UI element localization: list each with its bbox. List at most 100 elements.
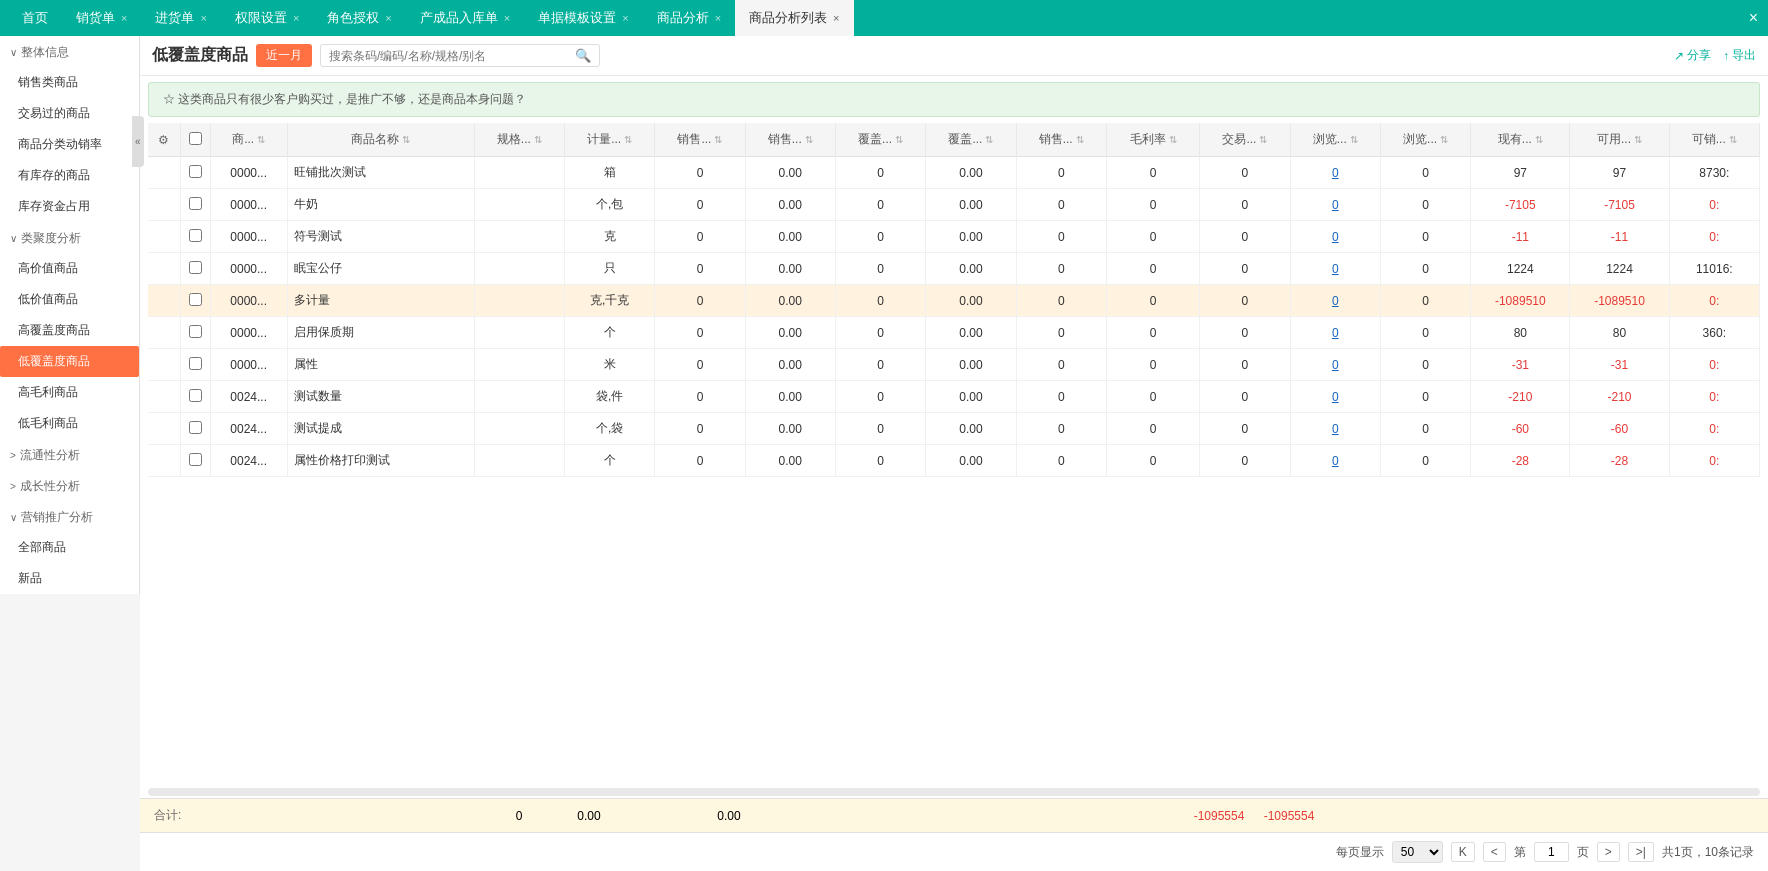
nav-tab-template[interactable]: 单据模板设置 ×	[524, 0, 642, 36]
sidebar-section-growth[interactable]: > 成长性分析	[0, 470, 139, 501]
close-role-tab[interactable]: ×	[385, 12, 391, 24]
nav-tab-goods-analysis[interactable]: 商品分析 ×	[643, 0, 735, 36]
sidebar-item-traded-goods[interactable]: 交易过的商品	[0, 98, 139, 129]
sidebar-item-high-margin[interactable]: 高毛利商品	[0, 377, 139, 408]
col-settings[interactable]: ⚙	[148, 123, 180, 157]
search-input[interactable]	[329, 49, 575, 63]
time-filter-button[interactable]: 近一月	[256, 44, 312, 67]
sidebar-item-sales-goods[interactable]: 销售类商品	[0, 67, 139, 98]
sidebar-item-high-value[interactable]: 高价值商品	[0, 253, 139, 284]
row-checkbox[interactable]	[189, 293, 202, 306]
share-button[interactable]: ↗ 分享	[1674, 47, 1711, 64]
sidebar-collapse-button[interactable]: «	[132, 116, 144, 167]
row-browse1[interactable]: 0	[1290, 381, 1380, 413]
row-checkbox[interactable]	[189, 229, 202, 242]
col-coverage1[interactable]: 覆盖...⇅	[835, 123, 925, 157]
row-browse1[interactable]: 0	[1290, 445, 1380, 477]
sidebar-item-stocked-goods[interactable]: 有库存的商品	[0, 160, 139, 191]
row-checkbox[interactable]	[189, 165, 202, 178]
row-checkbox[interactable]	[189, 421, 202, 434]
horizontal-scrollbar[interactable]	[148, 788, 1760, 796]
row-checkbox[interactable]	[189, 325, 202, 338]
row-cov2: 0.00	[926, 349, 1016, 381]
col-available[interactable]: 可用...⇅	[1570, 123, 1669, 157]
row-checkbox[interactable]	[189, 389, 202, 402]
close-sales-tab[interactable]: ×	[121, 12, 127, 24]
col-sellable[interactable]: 可销...⇅	[1669, 123, 1759, 157]
sidebar-section-marketing[interactable]: ∨ 营销推广分析	[0, 501, 139, 532]
row-sales-c: 0	[1016, 285, 1106, 317]
row-checkbox[interactable]	[189, 197, 202, 210]
row-checkbox[interactable]	[189, 453, 202, 466]
sidebar-item-low-coverage[interactable]: 低覆盖度商品	[0, 346, 139, 377]
col-spec[interactable]: 规格...⇅	[474, 123, 564, 157]
col-browse2[interactable]: 浏览...⇅	[1380, 123, 1470, 157]
row-browse1[interactable]: 0	[1290, 413, 1380, 445]
col-gross-rate[interactable]: 毛利率⇅	[1106, 123, 1199, 157]
sidebar-section-clustering[interactable]: ∨ 类聚度分析	[0, 222, 139, 253]
row-checkbox[interactable]	[189, 261, 202, 274]
sidebar-item-inventory-capital[interactable]: 库存资金占用	[0, 191, 139, 222]
sidebar-item-new-goods[interactable]: 新品	[0, 563, 139, 594]
nav-tab-product-entry[interactable]: 产成品入库单 ×	[406, 0, 524, 36]
close-product-entry-tab[interactable]: ×	[504, 12, 510, 24]
total-records-label: 共1页，10条记录	[1662, 844, 1754, 861]
page-number-input[interactable]	[1534, 842, 1569, 862]
sidebar-section-overall[interactable]: ∨ 整体信息	[0, 36, 139, 67]
row-cov2: 0.00	[926, 221, 1016, 253]
row-browse1[interactable]: 0	[1290, 253, 1380, 285]
sidebar-item-low-value[interactable]: 低价值商品	[0, 284, 139, 315]
row-checkbox[interactable]	[189, 357, 202, 370]
select-all-checkbox[interactable]	[189, 132, 202, 145]
close-window-button[interactable]: ×	[1749, 9, 1758, 27]
col-browse1[interactable]: 浏览...⇅	[1290, 123, 1380, 157]
col-code[interactable]: 商...⇅	[210, 123, 287, 157]
row-browse2: 0	[1380, 413, 1470, 445]
sidebar-section-liquidity[interactable]: > 流通性分析	[0, 439, 139, 470]
row-browse1[interactable]: 0	[1290, 221, 1380, 253]
row-browse1[interactable]: 0	[1290, 189, 1380, 221]
row-sales-qty: 0	[655, 445, 745, 477]
col-sales-amt[interactable]: 销售...⇅	[745, 123, 835, 157]
row-browse1[interactable]: 0	[1290, 157, 1380, 189]
nav-tab-purchase[interactable]: 进货单 ×	[141, 0, 220, 36]
col-sales-qty[interactable]: 销售...⇅	[655, 123, 745, 157]
sidebar-item-low-margin[interactable]: 低毛利商品	[0, 408, 139, 439]
row-sales-c: 0	[1016, 381, 1106, 413]
col-sales-count[interactable]: 销售...⇅	[1016, 123, 1106, 157]
prev-page-button[interactable]: <	[1483, 842, 1506, 862]
nav-tab-goods-analysis-list[interactable]: 商品分析列表 ×	[735, 0, 853, 36]
nav-tab-home[interactable]: 首页	[8, 0, 62, 36]
nav-tab-permission[interactable]: 权限设置 ×	[221, 0, 313, 36]
nav-tab-sales[interactable]: 销货单 ×	[62, 0, 141, 36]
col-unit[interactable]: 计量...⇅	[565, 123, 655, 157]
table-row: 0000... 眠宝公仔 只 0 0.00 0 0.00 0 0 0 0 0 1…	[148, 253, 1760, 285]
settings-icon[interactable]: ⚙	[158, 133, 169, 147]
close-goods-analysis-list-tab[interactable]: ×	[833, 12, 839, 24]
col-current-stock[interactable]: 现有...⇅	[1471, 123, 1570, 157]
per-page-select[interactable]: 50 100 200	[1392, 841, 1443, 863]
close-purchase-tab[interactable]: ×	[200, 12, 206, 24]
row-checkbox-cell	[180, 157, 210, 189]
row-transaction: 0	[1200, 221, 1290, 253]
sidebar-item-category-turnover[interactable]: 商品分类动销率	[0, 129, 139, 160]
sidebar-item-high-coverage[interactable]: 高覆盖度商品	[0, 315, 139, 346]
col-name[interactable]: 商品名称⇅	[287, 123, 474, 157]
export-button[interactable]: ↑ 导出	[1723, 47, 1756, 64]
row-current: 1224	[1471, 253, 1570, 285]
row-sellable: 0:	[1669, 285, 1759, 317]
col-transaction[interactable]: 交易...⇅	[1200, 123, 1290, 157]
row-browse1[interactable]: 0	[1290, 349, 1380, 381]
close-goods-analysis-tab[interactable]: ×	[715, 12, 721, 24]
close-template-tab[interactable]: ×	[622, 12, 628, 24]
nav-tab-role[interactable]: 角色授权 ×	[313, 0, 405, 36]
row-browse1[interactable]: 0	[1290, 285, 1380, 317]
close-permission-tab[interactable]: ×	[293, 12, 299, 24]
sidebar-item-all-goods[interactable]: 全部商品	[0, 532, 139, 563]
last-page-button[interactable]: >|	[1628, 842, 1654, 862]
first-page-button[interactable]: K	[1451, 842, 1475, 862]
col-coverage2[interactable]: 覆盖...⇅	[926, 123, 1016, 157]
next-page-button[interactable]: >	[1597, 842, 1620, 862]
row-browse1[interactable]: 0	[1290, 317, 1380, 349]
search-icon[interactable]: 🔍	[575, 48, 591, 63]
